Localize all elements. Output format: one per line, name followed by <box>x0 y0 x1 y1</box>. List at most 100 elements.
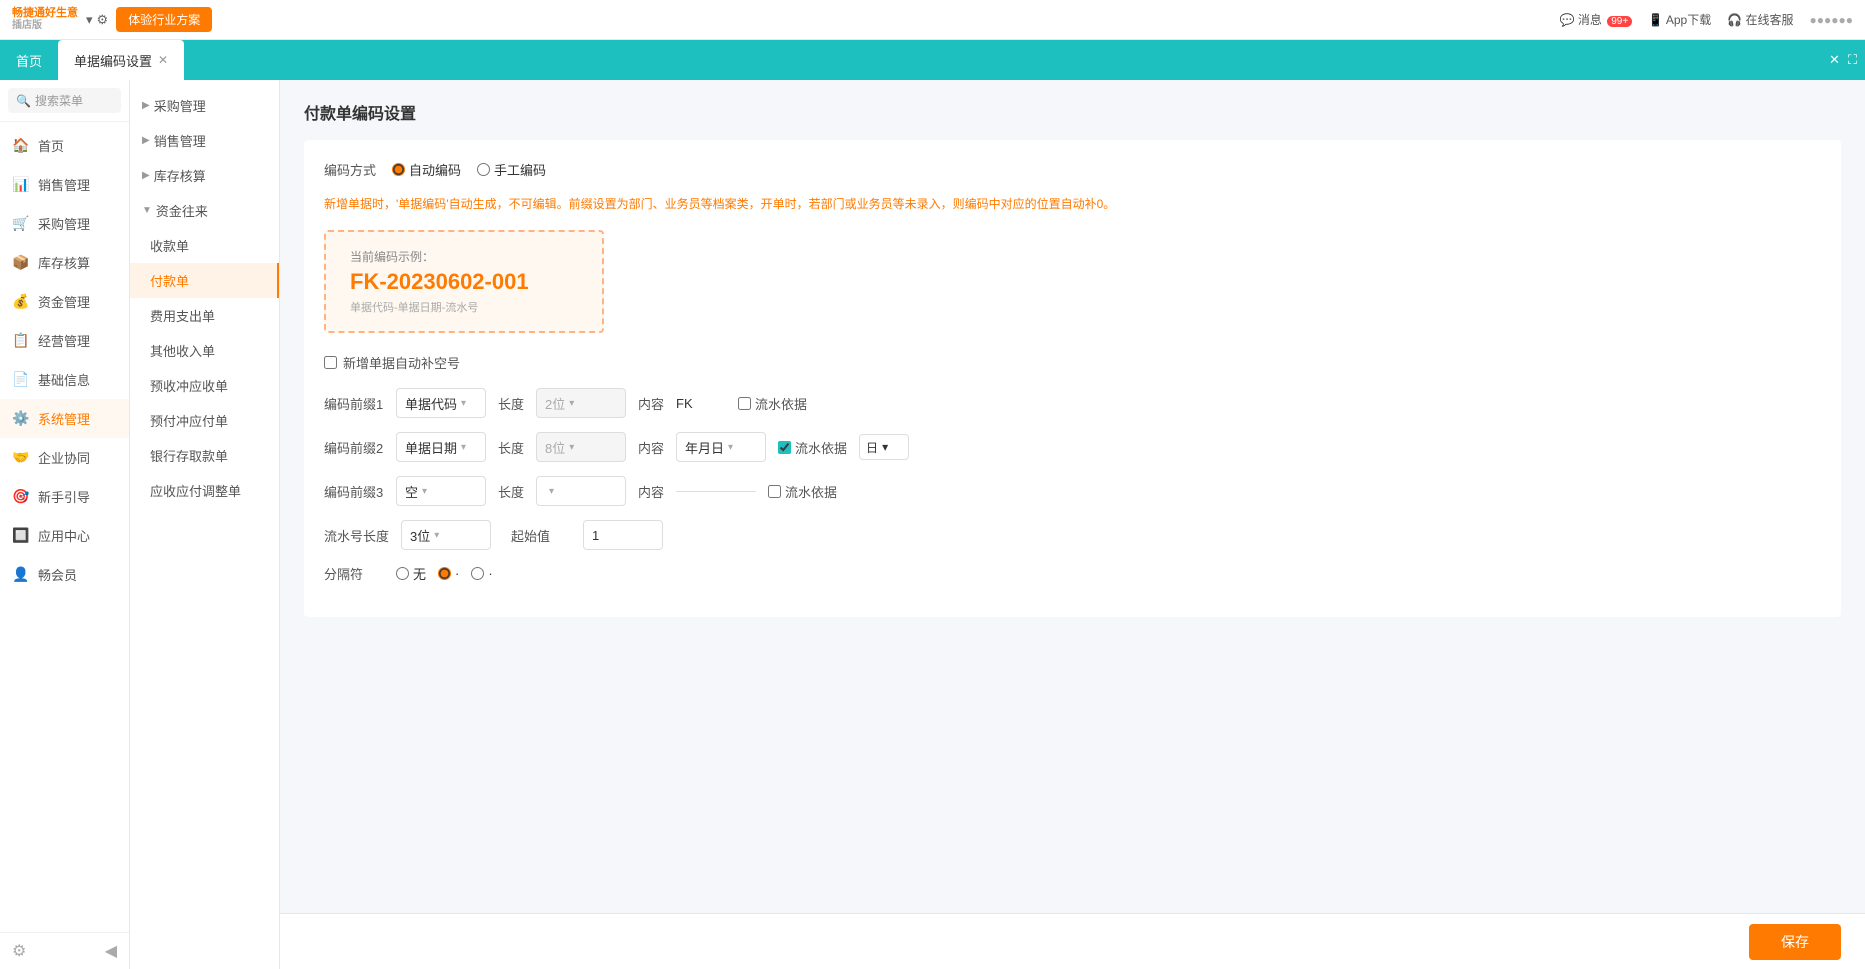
serial-sub-select-2[interactable]: 日 ▾ <box>859 434 909 460</box>
chevron-right-icon2: ▶ <box>142 135 150 146</box>
separator-none-option[interactable]: 无 <box>396 564 426 583</box>
serial-check-input-3[interactable] <box>768 485 781 498</box>
info-text: 新增单据时，'单据编码'自动生成，不可编辑。前缀设置为部门、业务员等档案类，开单… <box>324 195 1821 214</box>
search-menu-btn[interactable]: 🔍 搜索菜单 <box>8 88 121 113</box>
purchase-icon: 🛒 <box>12 215 30 232</box>
nav-item-appcenter[interactable]: 🔲 应用中心 <box>0 516 129 555</box>
tab-expand-icon[interactable]: ⛶ <box>1848 52 1857 68</box>
sub-nav-item-receipt[interactable]: 收款单 <box>130 228 279 263</box>
nav-item-enterprise[interactable]: 🤝 企业协同 <box>0 438 129 477</box>
chevron-down-icon-2c: ▾ <box>728 442 733 453</box>
separator-dot2-option[interactable]: · <box>471 566 492 581</box>
search-menu-section: 🔍 搜索菜单 <box>0 80 129 122</box>
app-download[interactable]: 📱 App下载 <box>1648 11 1711 28</box>
basic-icon: 📄 <box>12 371 30 388</box>
appcenter-icon: 🔲 <box>12 527 30 544</box>
serial-length-select[interactable]: 3位 ▾ <box>401 520 491 550</box>
separator-dot2-radio[interactable] <box>471 567 484 580</box>
chevron-down-icon-3b: ▾ <box>549 486 554 497</box>
online-service[interactable]: 🎧 在线客服 <box>1727 11 1793 28</box>
nav-settings-icon[interactable]: ⚙ <box>12 941 26 961</box>
nav-item-finance[interactable]: 💰 资金管理 <box>0 282 129 321</box>
content-label-1: 内容 <box>638 394 664 413</box>
sub-nav-group-finance-title[interactable]: ▼ 资金往来 <box>130 193 279 228</box>
chevron-down-icon-1b: ▾ <box>569 398 574 409</box>
start-value-label: 起始值 <box>511 526 571 545</box>
prefix-label-2: 编码前缀2 <box>324 438 384 457</box>
content-value-1: FK <box>676 396 726 411</box>
chevron-down-icon-2: ▾ <box>461 442 466 453</box>
start-value-input[interactable] <box>583 520 663 550</box>
sub-nav-item-pre-receive[interactable]: 预收冲应收单 <box>130 368 279 403</box>
sub-nav-group-inventory-title[interactable]: ▶ 库存核算 <box>130 158 279 193</box>
tab-bar-actions: ✕ ⛶ <box>1829 52 1865 68</box>
chevron-right-icon: ▶ <box>142 100 150 111</box>
top-bar-controls: ▾ ⚙ <box>86 12 108 28</box>
sub-nav: ▶ 采购管理 ▶ 销售管理 ▶ 库存核算 ▼ 资金往来 收款单 付款单 费用支出… <box>130 80 280 969</box>
prefix-select-1[interactable]: 单据代码 ▾ <box>396 388 486 418</box>
sub-nav-group-purchase-title[interactable]: ▶ 采购管理 <box>130 88 279 123</box>
sub-nav-item-bank[interactable]: 银行存取款单 <box>130 438 279 473</box>
prefix-select-2[interactable]: 单据日期 ▾ <box>396 432 486 462</box>
nav-item-system[interactable]: ⚙️ 系统管理 <box>0 399 129 438</box>
sub-nav-item-payment[interactable]: 付款单 <box>130 263 279 298</box>
length-label-2: 长度 <box>498 438 524 457</box>
separator-dot-option[interactable]: · <box>438 566 459 581</box>
top-bar: 畅捷通好生意 插店版 ▾ ⚙ 体验行业方案 💬 消息 99+ 📱 App下载 🎧… <box>0 0 1865 40</box>
length-select-3[interactable]: ▾ <box>536 476 626 506</box>
tab-home[interactable]: 首页 <box>0 40 58 80</box>
sub-nav-group-sales-title[interactable]: ▶ 销售管理 <box>130 123 279 158</box>
auto-fill-row: 新增单据自动补空号 <box>324 353 1821 372</box>
serial-checkbox-1: 流水依据 <box>738 394 807 413</box>
separator-row: 分隔符 无 · · <box>324 564 1821 583</box>
nav-item-inventory[interactable]: 📦 库存核算 <box>0 243 129 282</box>
right-panel: 付款单编码设置 编码方式 自动编码 手工编码 <box>280 80 1865 969</box>
auto-encode-radio[interactable] <box>392 163 405 176</box>
nav-item-member[interactable]: 👤 畅会员 <box>0 555 129 594</box>
auto-encode-option[interactable]: 自动编码 <box>392 160 461 179</box>
top-bar-left: 畅捷通好生意 插店版 ▾ ⚙ 体验行业方案 <box>12 7 212 32</box>
sub-nav-item-other-income[interactable]: 其他收入单 <box>130 333 279 368</box>
serial-checkbox-3: 流水依据 <box>768 482 837 501</box>
app-logo: 畅捷通好生意 插店版 <box>12 7 78 32</box>
settings-icon[interactable]: ⚙ <box>97 12 109 28</box>
content-select-2[interactable]: 年月日 ▾ <box>676 432 766 462</box>
manual-encode-option[interactable]: 手工编码 <box>477 160 546 179</box>
nav-collapse-icon[interactable]: ◀ <box>105 941 117 961</box>
newbie-icon: 🎯 <box>12 488 30 505</box>
message-icon[interactable]: 💬 消息 99+ <box>1560 11 1633 28</box>
serial-check-input-1[interactable] <box>738 397 751 410</box>
preview-box: 当前编码示例： FK-20230602-001 单据代码-单据日期-流水号 <box>324 230 604 333</box>
prefix-label-3: 编码前缀3 <box>324 482 384 501</box>
save-button[interactable]: 保存 <box>1749 924 1841 960</box>
manual-encode-radio[interactable] <box>477 163 490 176</box>
prefix-label-1: 编码前缀1 <box>324 394 384 413</box>
auto-fill-checkbox[interactable] <box>324 356 337 369</box>
operation-icon: 📋 <box>12 332 30 349</box>
user-info[interactable]: ●●●●●● <box>1810 13 1854 27</box>
chevron-down-icon-3: ▾ <box>422 486 427 497</box>
sub-nav-item-expense[interactable]: 费用支出单 <box>130 298 279 333</box>
preview-desc: 单据代码-单据日期-流水号 <box>350 299 578 315</box>
industry-btn[interactable]: 体验行业方案 <box>116 7 212 32</box>
serial-check-input-2[interactable] <box>778 441 791 454</box>
serial-number-row: 流水号长度 3位 ▾ 起始值 <box>324 520 1821 550</box>
sub-nav-item-adjust[interactable]: 应收应付调整单 <box>130 473 279 508</box>
nav-item-basic[interactable]: 📄 基础信息 <box>0 360 129 399</box>
nav-item-sales[interactable]: 📊 销售管理 <box>0 165 129 204</box>
nav-item-purchase[interactable]: 🛒 采购管理 <box>0 204 129 243</box>
preview-label: 当前编码示例： <box>350 248 578 265</box>
separator-none-radio[interactable] <box>396 567 409 580</box>
tab-close-icon[interactable]: ✕ <box>158 53 168 67</box>
prefix-select-3[interactable]: 空 ▾ <box>396 476 486 506</box>
dropdown-arrow[interactable]: ▾ <box>86 12 93 28</box>
sub-nav-group-inventory: ▶ 库存核算 <box>130 158 279 193</box>
tab-minimize-icon[interactable]: ✕ <box>1829 52 1840 68</box>
nav-item-operation[interactable]: 📋 经营管理 <box>0 321 129 360</box>
separator-dot-radio[interactable] <box>438 567 451 580</box>
length-select-1: 2位 ▾ <box>536 388 626 418</box>
nav-item-home[interactable]: 🏠 首页 <box>0 126 129 165</box>
tab-encode-settings[interactable]: 单据编码设置 ✕ <box>58 40 184 80</box>
nav-item-newbie[interactable]: 🎯 新手引导 <box>0 477 129 516</box>
sub-nav-item-pre-pay[interactable]: 预付冲应付单 <box>130 403 279 438</box>
